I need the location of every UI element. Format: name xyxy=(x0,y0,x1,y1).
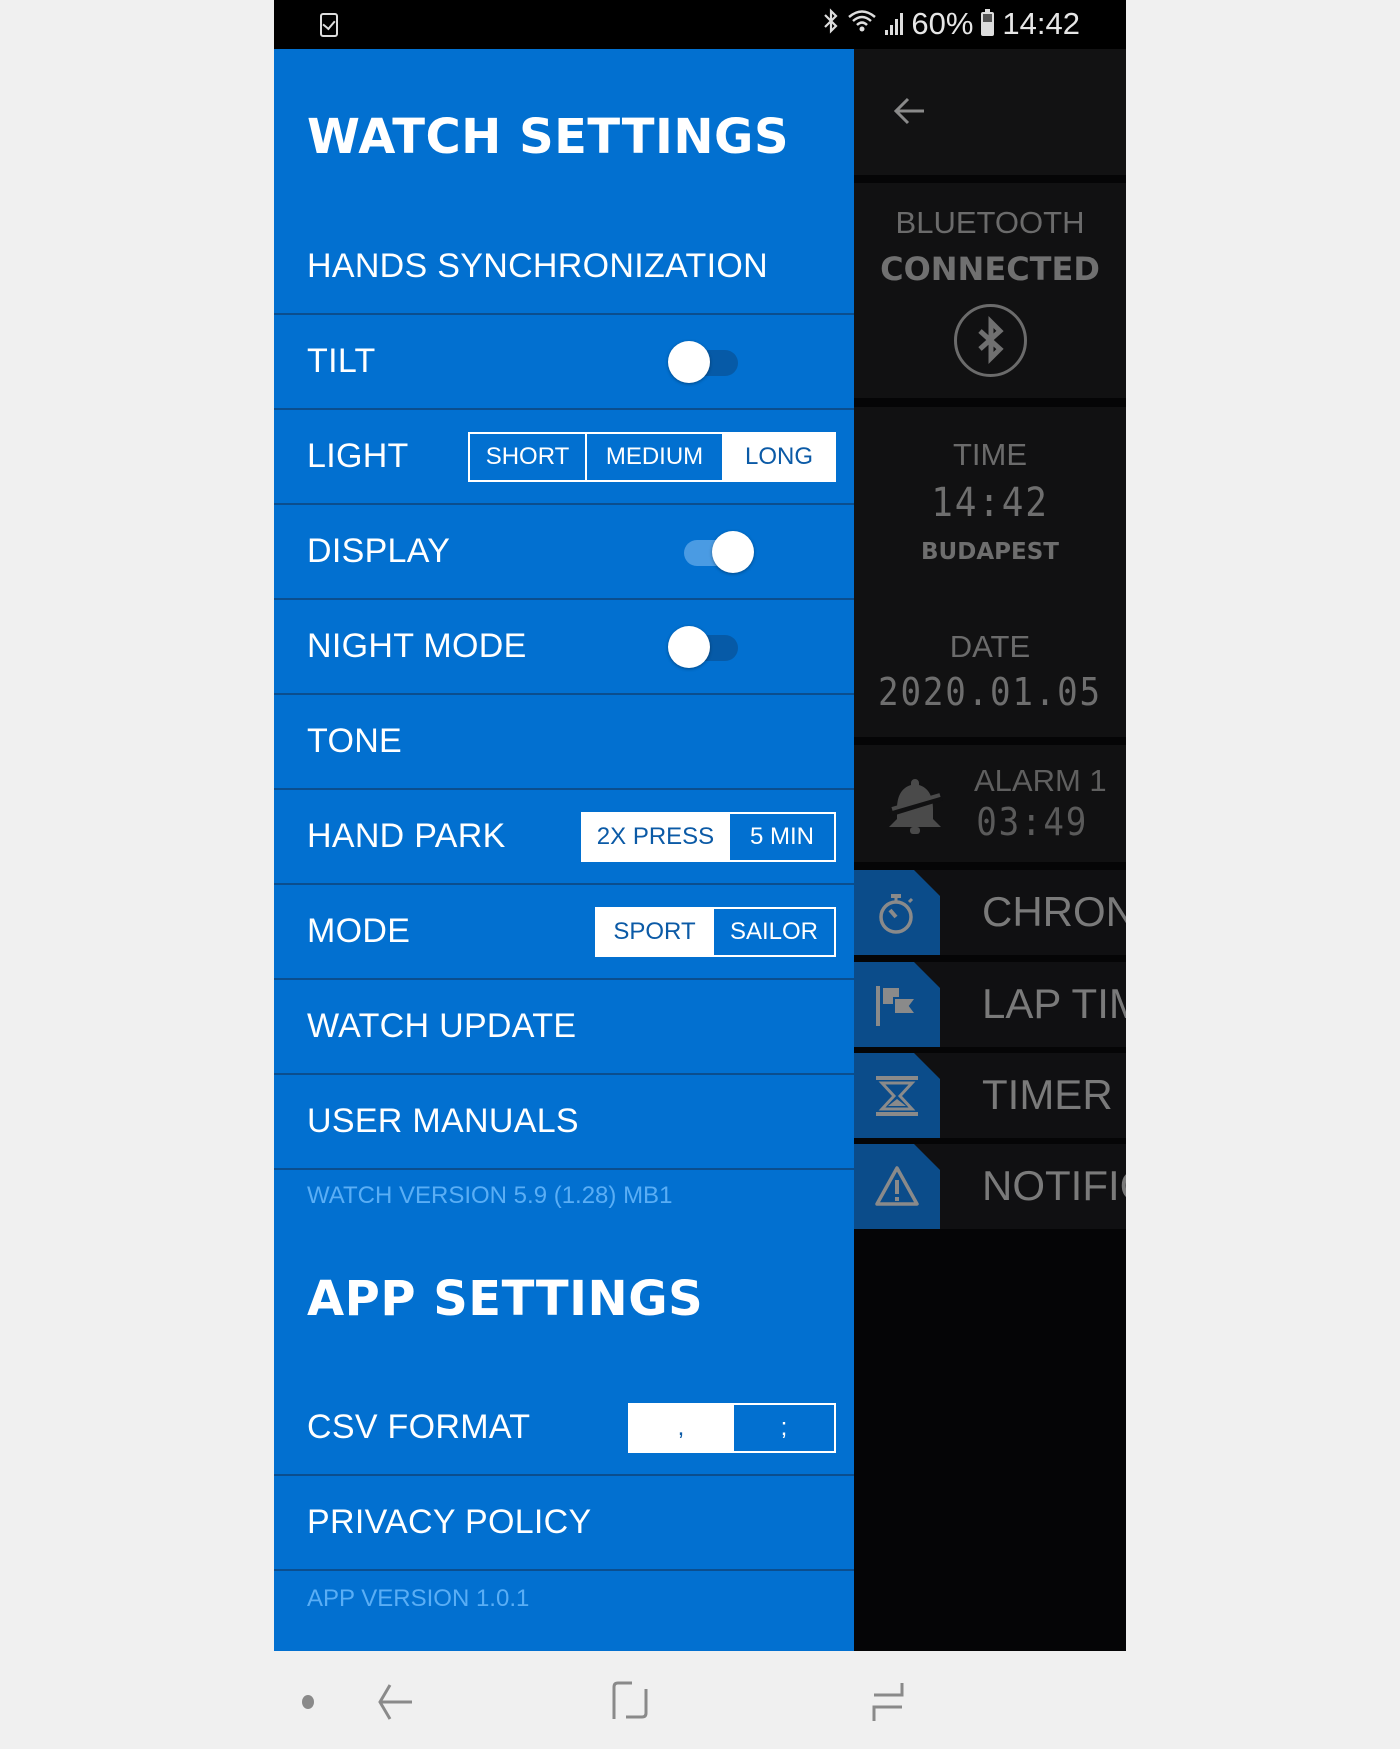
alarm-label: ALARM 1 xyxy=(974,763,1107,798)
feature-lap-time[interactable]: LAP TIME xyxy=(854,962,1126,1047)
row-label: LIGHT xyxy=(307,437,409,475)
app-version-text: APP VERSION 1.0.1 xyxy=(307,1585,530,1612)
row-label: MODE xyxy=(307,912,411,950)
bluetooth-status: CONNECTED xyxy=(880,250,1100,288)
light-row: LIGHT SHORT MEDIUM LONG xyxy=(274,410,854,505)
battery-percent: 60% xyxy=(911,6,974,41)
feature-label: NOTIFICATIONS xyxy=(982,1162,1126,1209)
status-bar: 60% 14:42 xyxy=(274,0,1126,49)
row-label: HANDS SYNCHRONIZATION xyxy=(307,247,768,285)
time-label: TIME xyxy=(952,437,1028,472)
hand-park-option-5-min[interactable]: 5 MIN xyxy=(730,814,834,860)
csv-option-comma[interactable]: , xyxy=(630,1405,734,1451)
mode-segmented-control: SPORT SAILOR xyxy=(595,907,836,957)
signal-icon xyxy=(885,13,904,35)
watch-update-row[interactable]: WATCH UPDATE xyxy=(274,980,854,1075)
status-icons: 60% 14:42 xyxy=(823,6,1080,42)
night-mode-row: NIGHT MODE xyxy=(274,600,854,695)
feature-label: CHRONO xyxy=(982,888,1126,935)
status-time: 14:42 xyxy=(1002,6,1080,41)
row-label: HAND PARK xyxy=(307,817,506,855)
main-header xyxy=(854,49,1126,175)
feature-label: LAP TIME xyxy=(982,980,1126,1027)
date-label: DATE xyxy=(949,629,1031,664)
main-screen-dimmed: BLUETOOTH CONNECTED TIME 14:42 BUDAPEST … xyxy=(854,49,1126,1651)
app-settings-title: APP SETTINGS xyxy=(307,1271,704,1327)
phone-screen: 60% 14:42 WATCH SETTINGS HANDS SYNCHRONI… xyxy=(274,0,1126,1749)
alarm-card[interactable]: ALARM 1 03:49 xyxy=(854,745,1126,862)
arrow-left-icon[interactable] xyxy=(890,91,930,131)
nav-back-button[interactable] xyxy=(378,1683,414,1725)
city-label: BUDAPEST xyxy=(921,539,1059,565)
tilt-toggle[interactable] xyxy=(668,339,738,385)
mode-row: MODE SPORT SAILOR xyxy=(274,885,854,980)
nav-home-button[interactable] xyxy=(612,1681,648,1725)
hand-park-segmented-control: 2X PRESS 5 MIN xyxy=(581,812,836,862)
row-label: WATCH UPDATE xyxy=(307,1007,577,1045)
tilt-row: TILT xyxy=(274,315,854,410)
row-label: DISPLAY xyxy=(307,532,451,570)
row-label: CSV FORMAT xyxy=(307,1408,531,1446)
feature-notifications[interactable]: NOTIFICATIONS xyxy=(854,1144,1126,1229)
bluetooth-icon xyxy=(954,304,1027,377)
row-label: NIGHT MODE xyxy=(307,627,527,665)
light-option-short[interactable]: SHORT xyxy=(470,434,587,480)
feature-label: TIMER xyxy=(982,1071,1113,1118)
feature-chrono[interactable]: CHRONO xyxy=(854,870,1126,955)
watch-version-text: WATCH VERSION 5.9 (1.28) MB1 xyxy=(307,1182,673,1209)
alarm-value: 03:49 xyxy=(976,800,1089,844)
date-value: 2020.01.05 xyxy=(878,670,1102,714)
night-mode-toggle[interactable] xyxy=(668,624,738,670)
csv-option-semicolon[interactable]: ; xyxy=(734,1405,834,1451)
time-value: 14:42 xyxy=(931,480,1049,526)
mode-option-sailor[interactable]: SAILOR xyxy=(714,909,834,955)
display-toggle[interactable] xyxy=(684,529,754,575)
phone-check-icon xyxy=(320,13,338,37)
mode-option-sport[interactable]: SPORT xyxy=(597,909,714,955)
row-label: TONE xyxy=(307,722,403,760)
bluetooth-card[interactable]: BLUETOOTH CONNECTED xyxy=(854,183,1126,398)
light-option-long[interactable]: LONG xyxy=(724,434,834,480)
feature-timer[interactable]: TIMER xyxy=(854,1053,1126,1138)
csv-format-segmented-control: , ; xyxy=(628,1403,836,1453)
row-label: PRIVACY POLICY xyxy=(307,1503,592,1541)
bluetooth-icon xyxy=(823,7,839,41)
nav-dot-button[interactable] xyxy=(302,1695,314,1709)
hand-park-option-2x-press[interactable]: 2X PRESS xyxy=(583,814,730,860)
settings-drawer: WATCH SETTINGS HANDS SYNCHRONIZATION TIL… xyxy=(274,49,854,1651)
hand-park-row: HAND PARK 2X PRESS 5 MIN xyxy=(274,790,854,885)
privacy-policy-row[interactable]: PRIVACY POLICY xyxy=(274,1476,854,1571)
csv-format-row: CSV FORMAT , ; xyxy=(274,1381,854,1476)
bluetooth-label: BLUETOOTH xyxy=(895,205,1085,240)
bell-off-icon xyxy=(884,775,946,837)
time-date-card[interactable]: TIME 14:42 BUDAPEST DATE 2020.01.05 xyxy=(854,407,1126,737)
row-label: USER MANUALS xyxy=(307,1102,579,1140)
battery-icon xyxy=(981,9,995,36)
user-manuals-row[interactable]: USER MANUALS xyxy=(274,1075,854,1170)
tone-row[interactable]: TONE xyxy=(274,695,854,790)
system-nav-bar xyxy=(274,1651,1126,1749)
wifi-icon xyxy=(847,8,877,41)
display-row: DISPLAY xyxy=(274,505,854,600)
watch-settings-title: WATCH SETTINGS xyxy=(307,109,790,165)
light-segmented-control: SHORT MEDIUM LONG xyxy=(468,432,836,482)
nav-recents-button[interactable] xyxy=(870,1681,906,1727)
row-label: TILT xyxy=(307,342,376,380)
hands-synchronization-row[interactable]: HANDS SYNCHRONIZATION xyxy=(274,220,854,315)
light-option-medium[interactable]: MEDIUM xyxy=(587,434,724,480)
